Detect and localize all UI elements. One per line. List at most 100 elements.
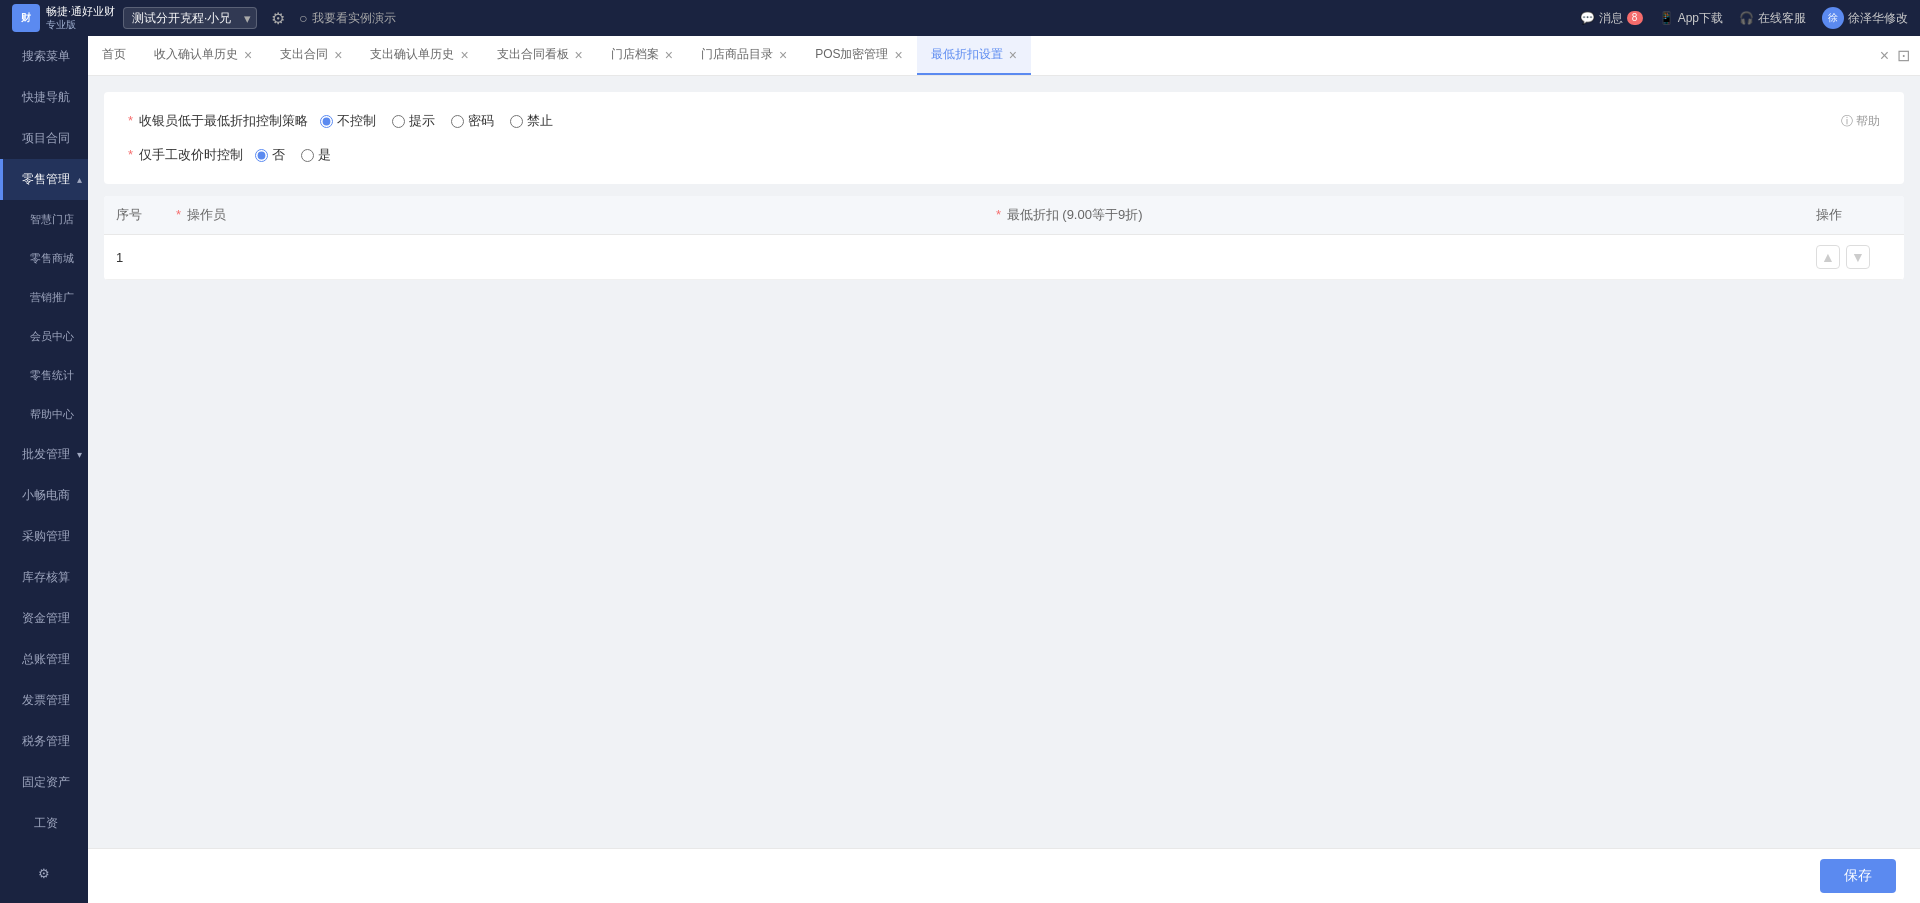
- sidebar-item-inventory[interactable]: 库存核算: [0, 557, 88, 598]
- tab-home[interactable]: 首页: [88, 36, 140, 75]
- message-btn[interactable]: 💬 消息 8: [1580, 10, 1643, 27]
- th-ops: 操作: [1804, 196, 1904, 235]
- tab-close-payment-contract[interactable]: ×: [334, 48, 342, 62]
- tab-income-history[interactable]: 收入确认单历史 ×: [140, 36, 266, 75]
- sidebar-item-invoice[interactable]: 发票管理: [0, 680, 88, 721]
- sidebar-item-smart-store[interactable]: 智慧门店: [0, 200, 88, 239]
- th-seq: 序号: [104, 196, 164, 235]
- radio-forbid[interactable]: 禁止: [510, 112, 553, 130]
- sidebar-item-ecommerce[interactable]: 小畅电商: [0, 475, 88, 516]
- sidebar-item-search[interactable]: 搜索菜单: [0, 36, 88, 77]
- radio-no-input[interactable]: [255, 149, 268, 162]
- tab-pos-password[interactable]: POS加密管理 ×: [801, 36, 917, 75]
- top-bar-left: 财 畅捷·通好业财 专业版 测试分开克程·小兄 ⚙ 我要看实例演示: [12, 4, 396, 32]
- sidebar-item-fixed-assets[interactable]: 固定资产: [0, 762, 88, 803]
- project-selector-wrap[interactable]: 测试分开克程·小兄: [123, 7, 257, 29]
- tab-store-file[interactable]: 门店档案 ×: [597, 36, 687, 75]
- sidebar-gear-btn[interactable]: ⚙: [0, 856, 88, 891]
- sidebar-item-ledger[interactable]: 总账管理: [0, 639, 88, 680]
- move-down-btn[interactable]: ▼: [1846, 245, 1870, 269]
- radio-tip[interactable]: 提示: [392, 112, 435, 130]
- user-menu-btn[interactable]: 徐 徐泽华修改: [1822, 7, 1908, 29]
- sidebar-item-wholesale[interactable]: 批发管理: [0, 434, 88, 475]
- control-strategy-radio-group: 不控制 提示 密码 禁止: [320, 112, 553, 130]
- app-download-btn[interactable]: 📱 App下载: [1659, 10, 1723, 27]
- tab-close-all-btn[interactable]: ×: [1880, 47, 1889, 65]
- demo-link[interactable]: 我要看实例演示: [299, 10, 395, 27]
- help-icon: ⓘ: [1841, 113, 1853, 130]
- radio-password[interactable]: 密码: [451, 112, 494, 130]
- th-min-discount: * 最低折扣 (9.00等于9折): [984, 196, 1804, 235]
- tab-close-min-discount[interactable]: ×: [1009, 48, 1017, 62]
- tab-maximize-btn[interactable]: ⊡: [1897, 46, 1910, 65]
- tab-payment-board[interactable]: 支出合同看板 ×: [483, 36, 597, 75]
- sidebar-item-purchase[interactable]: 采购管理: [0, 516, 88, 557]
- main-layout: 搜索菜单 快捷导航 项目合同 零售管理 智慧门店 零售商城 营销推广 会员中心 …: [0, 36, 1920, 903]
- tab-payment-history[interactable]: 支出确认单历史 ×: [356, 36, 482, 75]
- discount-table: 序号 * 操作员 * 最低折扣 (9.00等于9折) 操作: [104, 196, 1904, 280]
- tab-close-store-products[interactable]: ×: [779, 48, 787, 62]
- radio-yes-input[interactable]: [301, 149, 314, 162]
- sidebar-item-member[interactable]: 会员中心: [0, 317, 88, 356]
- control-strategy-row: * 收银员低于最低折扣控制策略 不控制 提示: [128, 112, 1880, 130]
- tab-min-discount[interactable]: 最低折扣设置 ×: [917, 36, 1031, 75]
- sidebar-item-marketing[interactable]: 营销推广: [0, 278, 88, 317]
- table-head: 序号 * 操作员 * 最低折扣 (9.00等于9折) 操作: [104, 196, 1904, 235]
- table-header-row: 序号 * 操作员 * 最低折扣 (9.00等于9折) 操作: [104, 196, 1904, 235]
- cell-seq: 1: [104, 235, 164, 280]
- help-btn[interactable]: ⓘ 帮助: [1841, 113, 1880, 130]
- avatar: 徐: [1822, 7, 1844, 29]
- cell-min-discount[interactable]: [984, 235, 1804, 280]
- headset-icon: 🎧: [1739, 11, 1754, 25]
- logo-icon: 财: [12, 4, 40, 32]
- bottom-bar: 保存: [88, 848, 1920, 903]
- sidebar-item-help[interactable]: 帮助中心: [0, 395, 88, 434]
- required-star-1: *: [128, 113, 133, 128]
- settings-icon-btn[interactable]: ⚙: [265, 7, 291, 30]
- sidebar-item-retail-mall[interactable]: 零售商城: [0, 239, 88, 278]
- discount-table-wrap: 序号 * 操作员 * 最低折扣 (9.00等于9折) 操作: [104, 196, 1904, 280]
- logo-area: 财 畅捷·通好业财 专业版: [12, 4, 115, 32]
- manual-control-row: * 仅手工改价时控制 否 是: [128, 146, 1880, 164]
- radio-none[interactable]: 不控制: [320, 112, 376, 130]
- save-button[interactable]: 保存: [1820, 859, 1896, 893]
- tab-store-products[interactable]: 门店商品目录 ×: [687, 36, 801, 75]
- project-selector[interactable]: 测试分开克程·小兄: [123, 7, 257, 29]
- settings-form-card: * 收银员低于最低折扣控制策略 不控制 提示: [104, 92, 1904, 184]
- sidebar-item-shortcut[interactable]: 快捷导航: [0, 77, 88, 118]
- cell-operator[interactable]: [164, 235, 984, 280]
- move-up-btn[interactable]: ▲: [1816, 245, 1840, 269]
- tab-close-pos-password[interactable]: ×: [894, 48, 902, 62]
- radio-none-input[interactable]: [320, 115, 333, 128]
- operator-input[interactable]: [176, 250, 972, 265]
- sidebar-item-retail-stat[interactable]: 零售统计: [0, 356, 88, 395]
- table-body: 1 ▲ ▼: [104, 235, 1904, 280]
- sidebar-item-funds[interactable]: 资金管理: [0, 598, 88, 639]
- message-badge: 8: [1627, 11, 1643, 25]
- top-bar: 财 畅捷·通好业财 专业版 测试分开克程·小兄 ⚙ 我要看实例演示 💬 消息 8…: [0, 0, 1920, 36]
- tab-bar-end: × ⊡: [1870, 46, 1920, 65]
- tab-close-income-history[interactable]: ×: [244, 48, 252, 62]
- sidebar: 搜索菜单 快捷导航 项目合同 零售管理 智慧门店 零售商城 营销推广 会员中心 …: [0, 36, 88, 903]
- table-row: 1 ▲ ▼: [104, 235, 1904, 280]
- radio-password-input[interactable]: [451, 115, 464, 128]
- sidebar-item-retail[interactable]: 零售管理: [0, 159, 88, 200]
- page-content: * 收银员低于最低折扣控制策略 不控制 提示: [88, 76, 1920, 848]
- tab-close-payment-history[interactable]: ×: [460, 48, 468, 62]
- tab-close-store-file[interactable]: ×: [665, 48, 673, 62]
- min-discount-input[interactable]: [996, 250, 1792, 265]
- customer-service-btn[interactable]: 🎧 在线客服: [1739, 10, 1806, 27]
- radio-forbid-input[interactable]: [510, 115, 523, 128]
- tab-payment-contract[interactable]: 支出合同 ×: [266, 36, 356, 75]
- manual-control-label: * 仅手工改价时控制: [128, 146, 243, 164]
- radio-yes[interactable]: 是: [301, 146, 331, 164]
- tab-close-payment-board[interactable]: ×: [575, 48, 583, 62]
- message-icon: 💬: [1580, 11, 1595, 25]
- sidebar-item-tax[interactable]: 税务管理: [0, 721, 88, 762]
- tab-bar: 首页 收入确认单历史 × 支出合同 × 支出确认单历史 × 支出合同看板 × 门…: [88, 36, 1920, 76]
- radio-no[interactable]: 否: [255, 146, 285, 164]
- sidebar-item-project[interactable]: 项目合同: [0, 118, 88, 159]
- radio-tip-input[interactable]: [392, 115, 405, 128]
- sidebar-bottom: ⚙: [0, 844, 88, 903]
- sidebar-item-salary[interactable]: 工资: [0, 803, 88, 844]
